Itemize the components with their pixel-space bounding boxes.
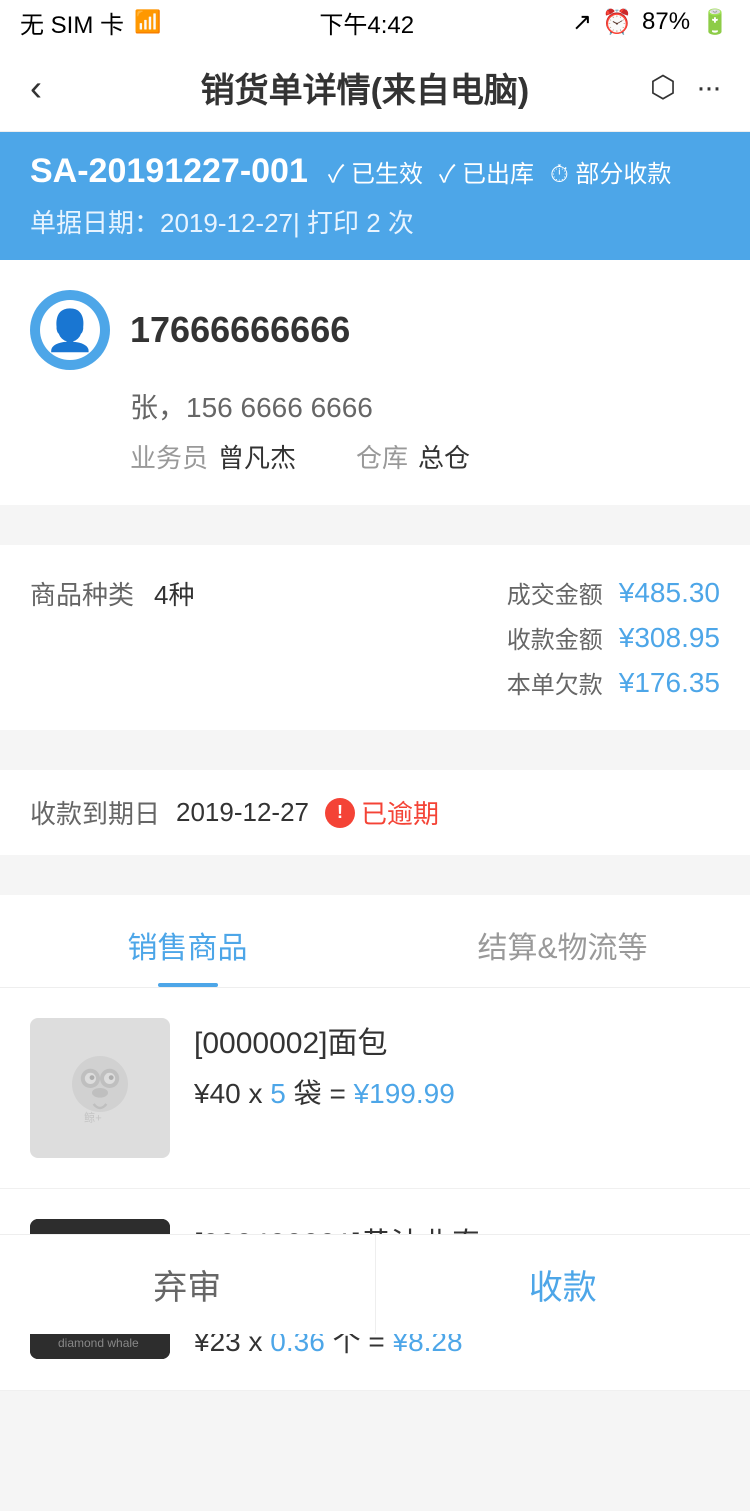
deal-amount-line: 成交金额 ¥485.30 <box>507 575 720 610</box>
overdue-text: 已逾期 <box>361 794 439 831</box>
status-partial: ⏱ 部分收款 <box>550 154 671 189</box>
battery-text: 87% <box>642 8 690 36</box>
price-x: x <box>249 1078 271 1109</box>
product-types-count: 4种 <box>154 575 194 612</box>
nav-right-actions: ⬡ ··· <box>650 70 720 105</box>
page-title: 销货单详情(来自电脑) <box>80 63 650 112</box>
print-info: | 打印 2 次 <box>293 208 414 238</box>
tab-settlement-logistics[interactable]: 结算&物流等 <box>375 895 750 987</box>
svg-text:鲸+: 鲸+ <box>84 1111 102 1125</box>
order-header: SA-20191227-001 ✓ 已生效 ✓ 已出库 ⏱ 部分收款 单据日期：… <box>0 132 750 260</box>
avatar: 👤 <box>30 290 110 370</box>
stats-left: 商品种类 4种 <box>30 575 194 612</box>
nav-bar: ‹ 销货单详情(来自电脑) ⬡ ··· <box>0 44 750 132</box>
owl-placeholder-icon: 鲸+ <box>60 1048 140 1128</box>
bottom-spacer <box>0 1391 750 1511</box>
product-item: 鲸+ [0000002]面包 ¥40 x 5 袋 = ¥199.99 <box>0 988 750 1189</box>
price-eq: = <box>329 1078 353 1109</box>
alarm-icon: ⏰ <box>602 8 632 37</box>
warehouse-label: 仓库 <box>356 438 408 475</box>
product-price-bread: ¥40 x 5 袋 = ¥199.99 <box>194 1072 720 1112</box>
collected-label: 收款金额 <box>507 620 603 655</box>
status-left: 无 SIM 卡 📶 <box>20 5 161 40</box>
wifi-icon: 📶 <box>134 9 161 35</box>
share-button[interactable]: ⬡ <box>650 70 676 105</box>
location-icon: ↗ <box>572 8 592 37</box>
collected-line: 收款金额 ¥308.95 <box>507 620 720 655</box>
due-label: 收款到期日 <box>30 794 160 831</box>
warehouse-name: 总仓 <box>418 438 470 475</box>
price-total: ¥199.99 <box>354 1078 455 1109</box>
status-badges: ✓ 已生效 ✓ 已出库 ⏱ 部分收款 <box>328 154 672 189</box>
back-button[interactable]: ‹ <box>30 67 80 109</box>
warehouse-item: 仓库 总仓 <box>356 438 470 475</box>
order-date-line: 单据日期：2019-12-27| 打印 2 次 <box>30 203 720 240</box>
stats-right: 成交金额 ¥485.30 收款金额 ¥308.95 本单欠款 ¥176.35 <box>507 575 720 700</box>
status-effective: ✓ 已生效 <box>328 154 423 189</box>
customer-name-phone: 张，156 6666 6666 <box>130 386 720 426</box>
status-shipped: ✓ 已出库 <box>439 154 534 189</box>
due-date: 2019-12-27 <box>176 797 309 828</box>
carrier-text: 无 SIM 卡 <box>20 5 124 40</box>
overdue-badge: ! 已逾期 <box>325 794 439 831</box>
price-unit: ¥40 <box>194 1078 241 1109</box>
product-tabs: 销售商品 结算&物流等 <box>0 895 750 988</box>
separator-1 <box>0 525 750 545</box>
collected-value: ¥308.95 <box>619 622 720 654</box>
payment-due-section: 收款到期日 2019-12-27 ! 已逾期 <box>0 770 750 855</box>
order-id: SA-20191227-001 <box>30 152 308 191</box>
status-time: 下午4:42 <box>319 5 414 40</box>
price-unit-text: 袋 <box>294 1078 322 1109</box>
price-qty: 5 <box>270 1078 286 1109</box>
collect-payment-button[interactable]: 收款 <box>376 1235 750 1334</box>
battery-icon: 🔋 <box>700 8 730 37</box>
date-label: 单据日期： <box>30 208 160 238</box>
owed-label: 本单欠款 <box>507 665 603 700</box>
order-date: 2019-12-27 <box>160 208 293 238</box>
tab-sales-products[interactable]: 销售商品 <box>0 895 375 987</box>
bottom-bar: 弃审 收款 <box>0 1234 750 1334</box>
status-bar: 无 SIM 卡 📶 下午4:42 ↗ ⏰ 87% 🔋 <box>0 0 750 44</box>
person-icon: 👤 <box>45 307 95 354</box>
sales-name: 曾凡杰 <box>218 438 296 475</box>
product-info-bread: [0000002]面包 ¥40 x 5 袋 = ¥199.99 <box>194 1018 720 1112</box>
sales-item: 业务员 曾凡杰 <box>130 438 296 475</box>
customer-section: 👤 17666666666 张，156 6666 6666 业务员 曾凡杰 仓库… <box>0 260 750 505</box>
owed-value: ¥176.35 <box>619 667 720 699</box>
svg-text:diamond whale: diamond whale <box>58 1336 139 1350</box>
stats-section: 商品种类 4种 成交金额 ¥485.30 收款金额 ¥308.95 本单欠款 ¥… <box>0 545 750 730</box>
cancel-audit-button[interactable]: 弃审 <box>0 1235 376 1334</box>
more-button[interactable]: ··· <box>696 71 720 105</box>
separator-2 <box>0 750 750 770</box>
customer-phone: 17666666666 <box>130 309 350 351</box>
customer-meta: 业务员 曾凡杰 仓库 总仓 <box>130 438 720 475</box>
owed-line: 本单欠款 ¥176.35 <box>507 665 720 700</box>
sales-label: 业务员 <box>130 438 208 475</box>
product-types-label: 商品种类 <box>30 575 134 612</box>
overdue-icon: ! <box>325 798 355 828</box>
product-name-bread: [0000002]面包 <box>194 1018 720 1062</box>
deal-amount-value: ¥485.30 <box>619 577 720 609</box>
separator-3 <box>0 875 750 895</box>
product-image-bread: 鲸+ <box>30 1018 170 1158</box>
deal-amount-label: 成交金额 <box>507 575 603 610</box>
status-right: ↗ ⏰ 87% 🔋 <box>572 8 730 37</box>
